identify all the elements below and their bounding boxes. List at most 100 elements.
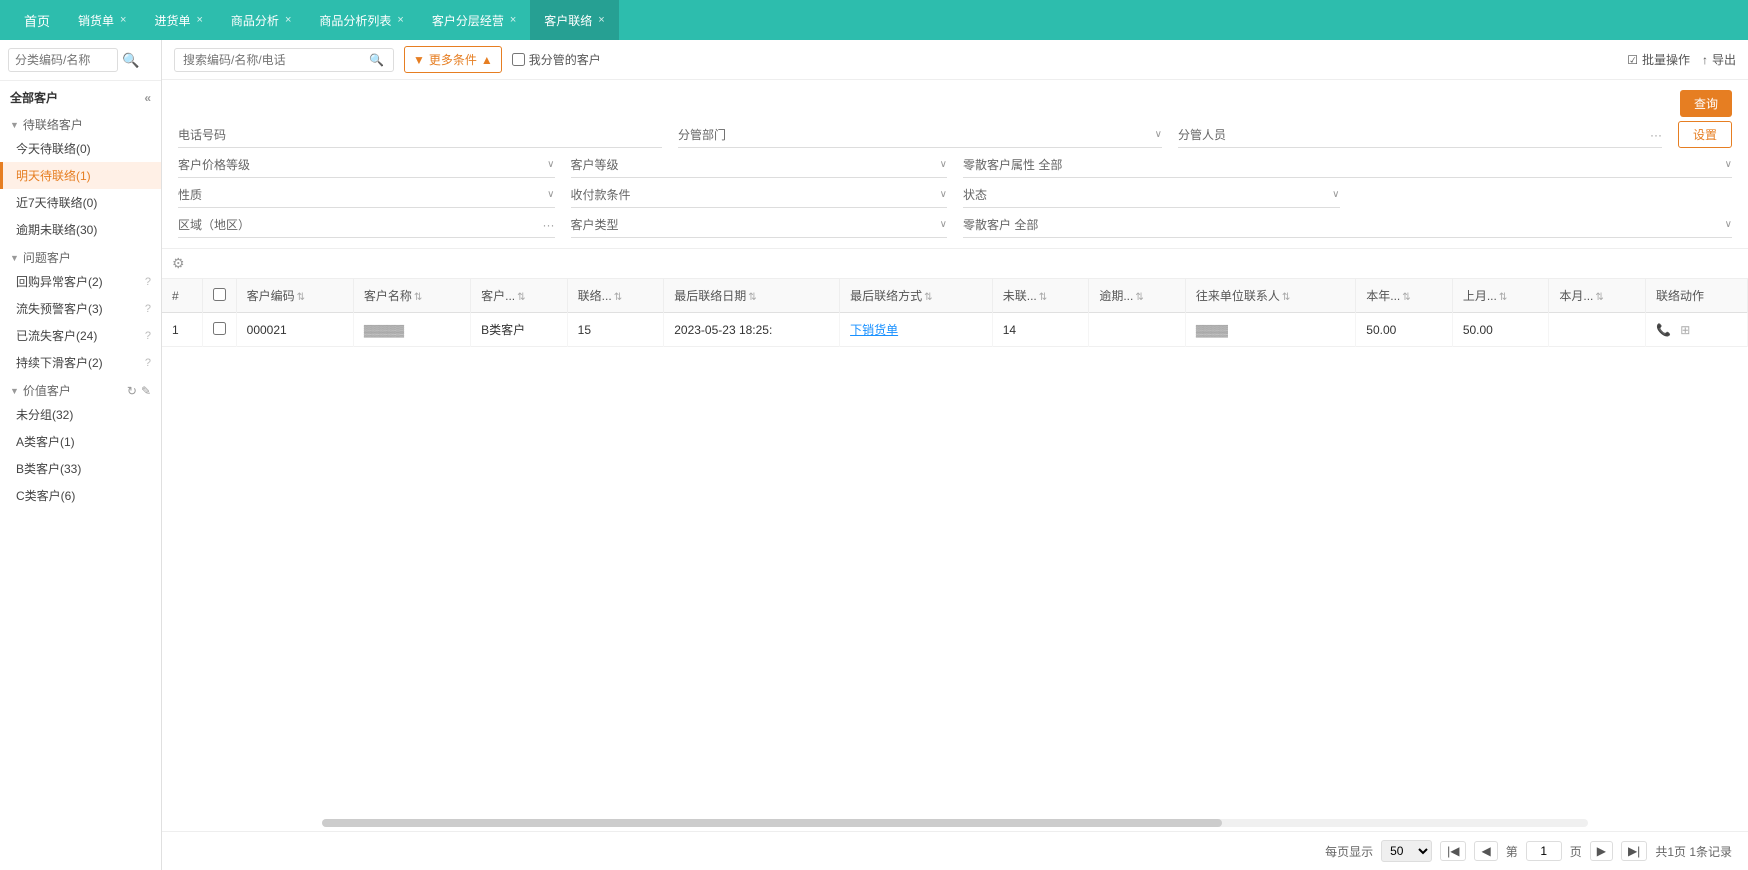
- cell-last-method[interactable]: 下销货单: [840, 313, 993, 347]
- collapse-icon[interactable]: «: [144, 91, 151, 105]
- group-label-problem[interactable]: 问题客户: [0, 243, 161, 268]
- close-product-list-icon[interactable]: ×: [397, 14, 403, 26]
- first-page-btn[interactable]: |◀: [1440, 841, 1466, 861]
- phone-input[interactable]: [244, 128, 662, 142]
- cell-checkbox[interactable]: [202, 313, 236, 347]
- col-contact[interactable]: 联络...⇅: [567, 279, 664, 313]
- col-type[interactable]: 客户...⇅: [471, 279, 568, 313]
- action-grid-icon[interactable]: ⊞: [1680, 323, 1690, 337]
- sidebar-item-c-class[interactable]: C类客户(6): [0, 482, 161, 509]
- prev-page-btn[interactable]: ◀: [1474, 841, 1497, 861]
- filter-nature[interactable]: 性质 ∨: [178, 186, 555, 208]
- all-customers-header[interactable]: 全部客户 «: [0, 81, 161, 110]
- column-settings-icon[interactable]: ⚙: [172, 255, 185, 272]
- col-name[interactable]: 客户名称⇅: [353, 279, 470, 313]
- filter-more-btn[interactable]: ▼ 更多条件 ▲: [404, 46, 502, 73]
- region-more-icon[interactable]: ···: [543, 218, 555, 232]
- status-dropdown-icon[interactable]: ∨: [1332, 189, 1339, 200]
- sidebar-item-declining[interactable]: 持续下滑客户(2) ?: [0, 349, 161, 376]
- nav-home[interactable]: 首页: [10, 0, 64, 40]
- batch-op-btn[interactable]: ☑ 批量操作: [1627, 51, 1690, 68]
- sidebar-item-a-class[interactable]: A类客户(1): [0, 428, 161, 455]
- my-customers-checkbox[interactable]: [512, 53, 525, 66]
- col-this-month[interactable]: 本月...⇅: [1549, 279, 1646, 313]
- dept-dropdown-icon[interactable]: ∨: [1155, 129, 1162, 140]
- sidebar-item-churned[interactable]: 已流失客户(24) ?: [0, 322, 161, 349]
- payment-dropdown-icon[interactable]: ∨: [940, 189, 947, 200]
- per-page-select[interactable]: 50 100 200: [1381, 840, 1432, 862]
- filter-status[interactable]: 状态 ∨: [963, 186, 1340, 208]
- scatter-attr-dropdown-icon[interactable]: ∨: [1725, 159, 1732, 170]
- search-input-wrap[interactable]: 🔍: [174, 48, 394, 72]
- edit-icon[interactable]: ✎: [141, 384, 151, 398]
- close-product-analysis-icon[interactable]: ×: [285, 14, 291, 26]
- col-last-month[interactable]: 上月...⇅: [1452, 279, 1549, 313]
- last-page-btn[interactable]: ▶|: [1621, 841, 1647, 861]
- sidebar-search-icon[interactable]: 🔍: [122, 52, 139, 69]
- filter-region[interactable]: 区域（地区） ···: [178, 216, 555, 238]
- col-unlinked[interactable]: 未联...⇅: [992, 279, 1089, 313]
- sidebar-item-today-contact[interactable]: 今天待联络(0): [0, 135, 161, 162]
- query-button[interactable]: 查询: [1680, 90, 1732, 117]
- horizontal-scrollbar-wrap: [162, 815, 1748, 831]
- sidebar-item-ungrouped[interactable]: 未分组(32): [0, 401, 161, 428]
- filter-price-level[interactable]: 客户价格等级 ∨: [178, 156, 555, 178]
- col-this-year[interactable]: 本年...⇅: [1356, 279, 1453, 313]
- horizontal-scrollbar-thumb[interactable]: [322, 819, 1222, 827]
- cell-actions[interactable]: 📞 ⊞: [1645, 313, 1747, 347]
- nav-sales-order[interactable]: 销货单 ×: [64, 0, 140, 40]
- search-input[interactable]: [183, 53, 363, 67]
- col-last-date[interactable]: 最后联络日期⇅: [664, 279, 840, 313]
- col-checkbox[interactable]: [202, 279, 236, 313]
- sidebar-search-input[interactable]: [8, 48, 118, 72]
- cell-name[interactable]: ▓▓▓▓▓: [353, 313, 470, 347]
- settings-button[interactable]: 设置: [1678, 121, 1732, 148]
- close-purchase-order-icon[interactable]: ×: [196, 14, 202, 26]
- page-input[interactable]: [1526, 841, 1562, 861]
- person-more-icon[interactable]: ···: [1650, 128, 1662, 142]
- sidebar-item-overdue-contact[interactable]: 逾期未联络(30): [0, 216, 161, 243]
- horizontal-scrollbar[interactable]: [322, 819, 1588, 827]
- search-icon[interactable]: 🔍: [369, 53, 384, 67]
- filter-scatter-customer[interactable]: 零散客户 全部 ∨: [963, 216, 1732, 238]
- filter-person[interactable]: 分管人员 ···: [1178, 126, 1662, 148]
- close-customer-segment-icon[interactable]: ×: [510, 14, 516, 26]
- nav-customer-contact[interactable]: 客户联络 ×: [530, 0, 618, 40]
- sidebar-item-b-class[interactable]: B类客户(33): [0, 455, 161, 482]
- col-code[interactable]: 客户编码⇅: [236, 279, 353, 313]
- group-label-value[interactable]: ▼ 价值客户 ↻ ✎: [0, 376, 161, 401]
- customer-type-dropdown-icon[interactable]: ∨: [940, 219, 947, 230]
- row-checkbox[interactable]: [213, 322, 226, 335]
- refresh-icon[interactable]: ↻: [127, 384, 137, 398]
- table-toolbar: ⚙: [162, 249, 1748, 279]
- scatter-customer-dropdown-icon[interactable]: ∨: [1725, 219, 1732, 230]
- nav-product-analysis-list[interactable]: 商品分析列表 ×: [305, 0, 417, 40]
- col-last-method[interactable]: 最后联络方式⇅: [840, 279, 993, 313]
- group-label-pending[interactable]: 待联络客户: [0, 110, 161, 135]
- price-level-dropdown-icon[interactable]: ∨: [547, 159, 554, 170]
- sidebar-item-7day-contact[interactable]: 近7天待联络(0): [0, 189, 161, 216]
- action-phone-icon[interactable]: 📞: [1656, 323, 1671, 337]
- close-sales-order-icon[interactable]: ×: [120, 14, 126, 26]
- export-btn[interactable]: ↑ 导出: [1702, 51, 1736, 68]
- close-customer-contact-icon[interactable]: ×: [598, 14, 604, 26]
- filter-dept[interactable]: 分管部门 ∨: [678, 126, 1162, 148]
- col-contact-person[interactable]: 往来单位联系人⇅: [1185, 279, 1355, 313]
- select-all-checkbox[interactable]: [213, 288, 226, 301]
- sidebar-item-tomorrow-contact[interactable]: 明天待联络(1): [0, 162, 161, 189]
- next-page-btn[interactable]: ▶: [1590, 841, 1613, 861]
- filter-payment[interactable]: 收付款条件 ∨: [571, 186, 948, 208]
- nav-customer-segment[interactable]: 客户分层经营 ×: [418, 0, 530, 40]
- filter-customer-level[interactable]: 客户等级 ∨: [571, 156, 948, 178]
- customer-level-dropdown-icon[interactable]: ∨: [940, 159, 947, 170]
- col-overdue[interactable]: 逾期...⇅: [1089, 279, 1186, 313]
- filter-customer-type[interactable]: 客户类型 ∨: [571, 216, 948, 238]
- nature-dropdown-icon[interactable]: ∨: [547, 189, 554, 200]
- filter-phone[interactable]: 电话号码: [178, 126, 662, 148]
- sidebar-item-churn-warning[interactable]: 流失预警客户(3) ?: [0, 295, 161, 322]
- sidebar-item-repurchase-anomaly[interactable]: 回购异常客户(2) ?: [0, 268, 161, 295]
- nav-purchase-order[interactable]: 进货单 ×: [140, 0, 216, 40]
- filter-scatter-attr[interactable]: 零散客户属性 全部 ∨: [963, 156, 1732, 178]
- nav-product-analysis[interactable]: 商品分析 ×: [217, 0, 305, 40]
- my-customers-checkbox-wrap[interactable]: 我分管的客户: [512, 51, 601, 68]
